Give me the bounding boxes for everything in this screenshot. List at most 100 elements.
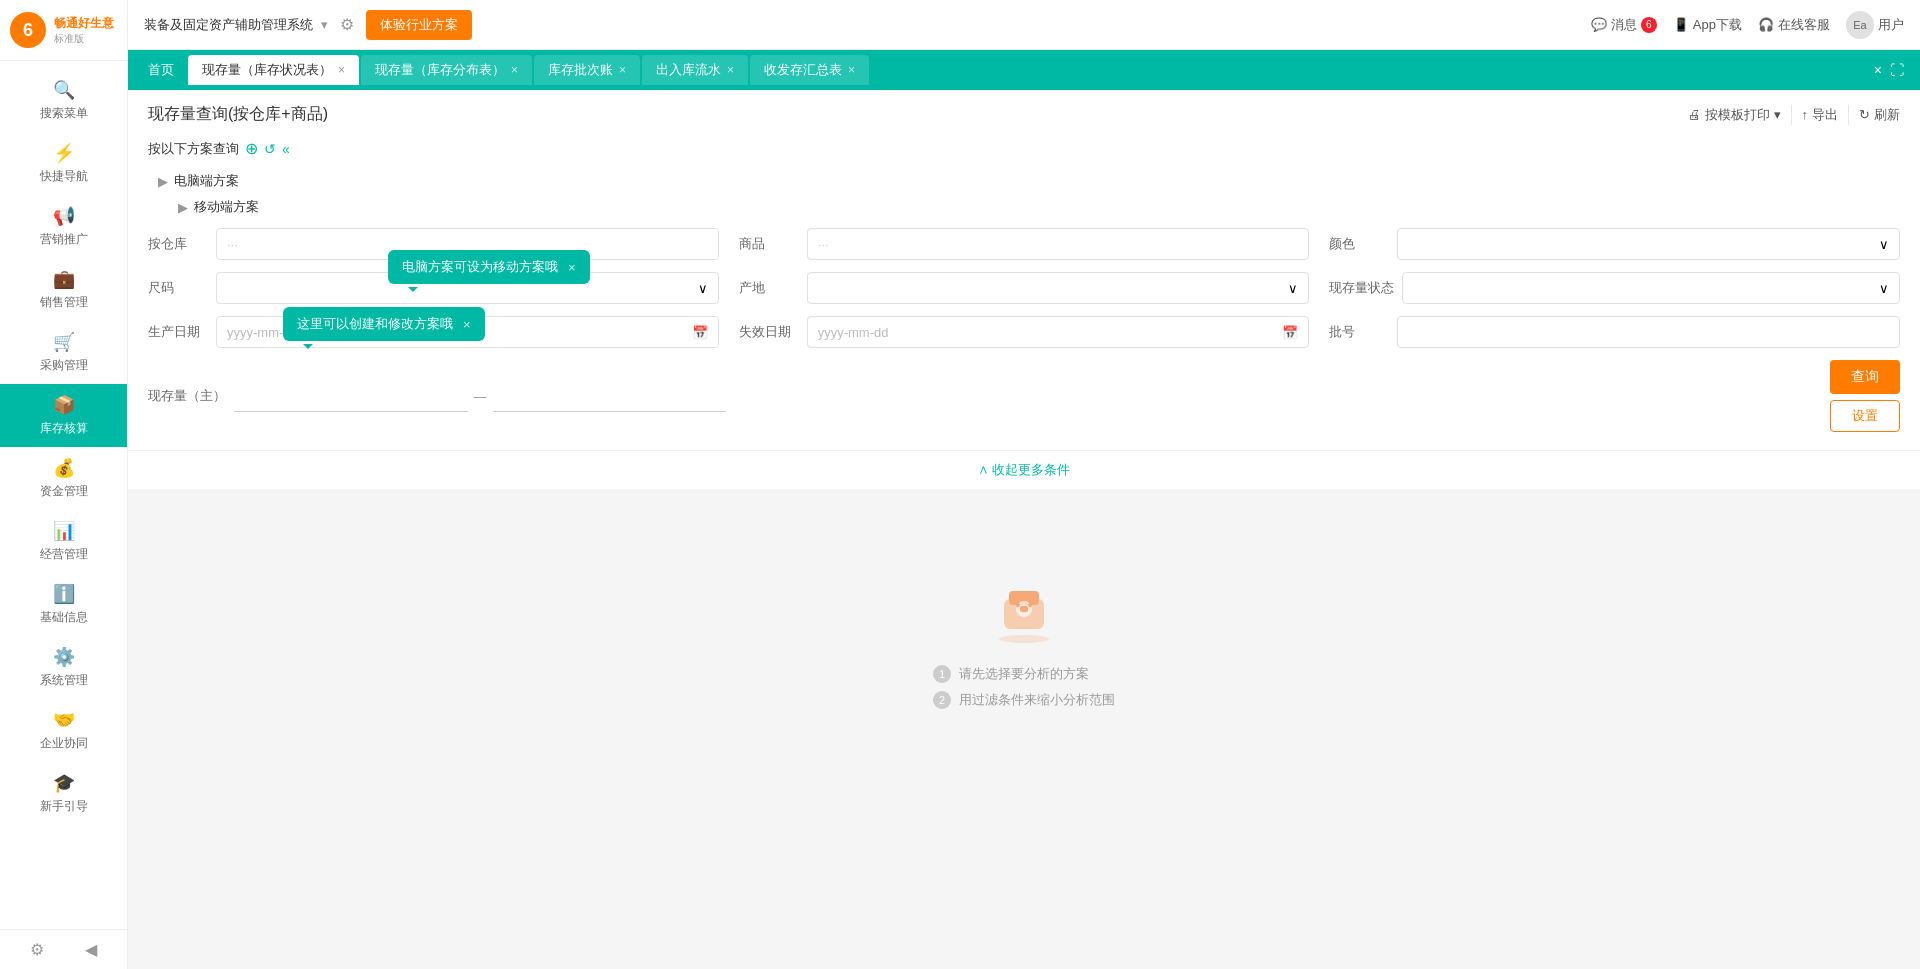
tab-close-icon[interactable]: × [511,63,518,77]
tab-fullscreen-icon[interactable]: ⛶ [1890,62,1904,78]
color-select[interactable]: ∨ [1397,228,1900,260]
empty-illustration [984,569,1064,649]
chevron-down-icon: ∨ [1879,237,1889,252]
sidebar-item-inventory[interactable]: 📦 库存核算 [0,384,127,447]
tab-home[interactable]: 首页 [136,55,186,85]
basicinfo-icon: ℹ️ [53,583,75,605]
tab-close-icon[interactable]: × [848,63,855,77]
tab-inventory-dist[interactable]: 现存量（库存分布表） × [361,55,532,85]
expire-date-field: 失效日期 yyyy-mm-dd 📅 [739,316,1310,348]
export-button[interactable]: ↑ 导出 [1802,106,1839,124]
sidebar-item-system[interactable]: ⚙️ 系统管理 [0,636,127,699]
origin-select[interactable]: ∨ [807,272,1310,304]
refresh-button[interactable]: ↻ 刷新 [1859,106,1900,124]
collapse-bar[interactable]: ∧ 收起更多条件 [128,450,1920,489]
brand-edition: 标准版 [54,32,114,46]
goods-field: 商品 ··· [739,228,1310,260]
stock-status-label: 现存量状态 [1329,279,1394,297]
tab-inventory-dist-label: 现存量（库存分布表） [375,61,505,79]
collapse-sidebar-icon[interactable]: ◀ [85,940,97,959]
tab-inventory-status[interactable]: 现存量（库存状况表） × [188,55,359,85]
reset-button[interactable]: 设置 [1830,400,1900,432]
filter-cycle-button[interactable]: ↺ [264,141,276,157]
stock-main-label: 现存量（主） [148,387,226,405]
sidebar-item-marketing[interactable]: 📢 营销推广 [0,195,127,258]
sidebar-item-management[interactable]: 📊 经营管理 [0,510,127,573]
calendar-icon: 📅 [692,325,708,340]
search-button[interactable]: 查询 [1830,360,1900,394]
inventory-icon: 📦 [53,394,75,416]
svg-point-0 [999,635,1049,643]
sidebar-item-guide[interactable]: 🎓 新手引导 [0,762,127,825]
industry-solution-button[interactable]: 体验行业方案 [366,10,472,40]
online-support-label: 在线客服 [1778,16,1830,34]
tab-batch-account[interactable]: 库存批次账 × [534,55,640,85]
sidebar-item-finance[interactable]: 💰 资金管理 [0,447,127,510]
scheme-desktop-group[interactable]: ▶ 电脑端方案 [158,168,1900,194]
scheme-mobile-group[interactable]: ▶ 移动端方案 [158,194,1900,220]
tab-close-icon[interactable]: × [727,63,734,77]
empty-state: 1 请先选择要分析的方案 2 用过滤条件来缩小分析范围 [128,489,1920,789]
empty-tip-1: 1 请先选择要分析的方案 [933,665,1115,683]
app-download-button[interactable]: 📱 App下载 [1673,16,1742,34]
batch-input[interactable] [1397,316,1900,348]
tab-close-icon[interactable]: × [338,63,345,77]
online-support-button[interactable]: 🎧 在线客服 [1758,16,1830,34]
goods-label: 商品 [739,235,799,253]
system-dropdown-icon[interactable]: ▾ [321,17,328,32]
refresh-icon: ↻ [1859,107,1870,122]
scheme-mobile-label: 移动端方案 [194,198,259,216]
sidebar-nav: 🔍 搜索菜单 ⚡ 快捷导航 📢 营销推广 💼 销售管理 🛒 采购管理 📦 库存核… [0,61,127,929]
page-header: 现存量查询(按仓库+商品) 🖨 按模板打印 ▾ ↑ 导出 ↻ 刷新 [128,90,1920,125]
filter-add-button[interactable]: ⊕ [245,139,258,158]
tab-inout-flow[interactable]: 出入库流水 × [642,55,748,85]
scheme-triangle-icon2: ▶ [178,200,188,215]
tab-close-icon[interactable]: × [619,63,626,77]
stock-main-max-input[interactable] [493,380,727,412]
sidebar-item-basicinfo[interactable]: ℹ️ 基础信息 [0,573,127,636]
stock-main-range: — [234,380,726,412]
collapse-text: ∧ 收起更多条件 [978,462,1071,477]
sidebar-item-label: 销售管理 [40,294,88,311]
settings-bottom-icon[interactable]: ⚙ [30,940,44,959]
tooltip-create-hint: 这里可以创建和修改方案哦 × [283,307,485,341]
stock-main-field: 现存量（主） — [148,380,726,412]
sidebar: 6 畅通好生意 标准版 🔍 搜索菜单 ⚡ 快捷导航 📢 营销推广 💼 销售管理 … [0,0,128,969]
logo-area: 6 畅通好生意 标准版 [0,0,127,61]
sidebar-item-search[interactable]: 🔍 搜索菜单 [0,69,127,132]
app-download-label: App下载 [1693,16,1742,34]
stock-main-min-input[interactable] [234,380,468,412]
tooltip-close-2[interactable]: × [463,317,471,332]
sidebar-item-sales[interactable]: 💼 销售管理 [0,258,127,321]
expire-date-label: 失效日期 [739,323,799,341]
system-name: 装备及固定资产辅助管理系统 [144,16,313,34]
sidebar-item-purchase[interactable]: 🛒 采购管理 [0,321,127,384]
svg-point-5 [1016,603,1020,607]
marketing-icon: 📢 [53,205,75,227]
chevron-down-icon: ∨ [1879,281,1889,296]
tooltip-close-1[interactable]: × [568,260,576,275]
topbar-gear-icon[interactable]: ⚙ [340,15,354,34]
sidebar-item-enterprise[interactable]: 🤝 企业协同 [0,699,127,762]
template-print-button[interactable]: 🖨 按模板打印 ▾ [1688,106,1781,124]
sidebar-item-label: 搜索菜单 [40,105,88,122]
size-label: 尺码 [148,279,208,297]
message-button[interactable]: 💬 消息 6 [1591,16,1657,34]
user-menu-button[interactable]: Ea 用户 [1846,11,1904,39]
sales-icon: 💼 [53,268,75,290]
expire-date-input[interactable]: yyyy-mm-dd 📅 [807,316,1310,348]
sidebar-item-label: 采购管理 [40,357,88,374]
scheme-tree: ▶ 电脑端方案 ▶ 移动端方案 [148,168,1900,220]
print-icon: 🖨 [1688,107,1701,122]
user-label: 用户 [1878,16,1904,34]
sidebar-item-quicknav[interactable]: ⚡ 快捷导航 [0,132,127,195]
tooltip-green-2: 这里可以创建和修改方案哦 × [283,307,485,341]
stock-status-select[interactable]: ∨ [1402,272,1900,304]
tab-close-all-icon[interactable]: × [1874,62,1882,78]
tab-inout-flow-label: 出入库流水 [656,61,721,79]
filter-left-arrow-button[interactable]: « [282,141,290,157]
tab-summary[interactable]: 收发存汇总表 × [750,55,869,85]
range-dash: — [474,389,487,404]
goods-input[interactable]: ··· [807,228,1310,260]
purchase-icon: 🛒 [53,331,75,353]
